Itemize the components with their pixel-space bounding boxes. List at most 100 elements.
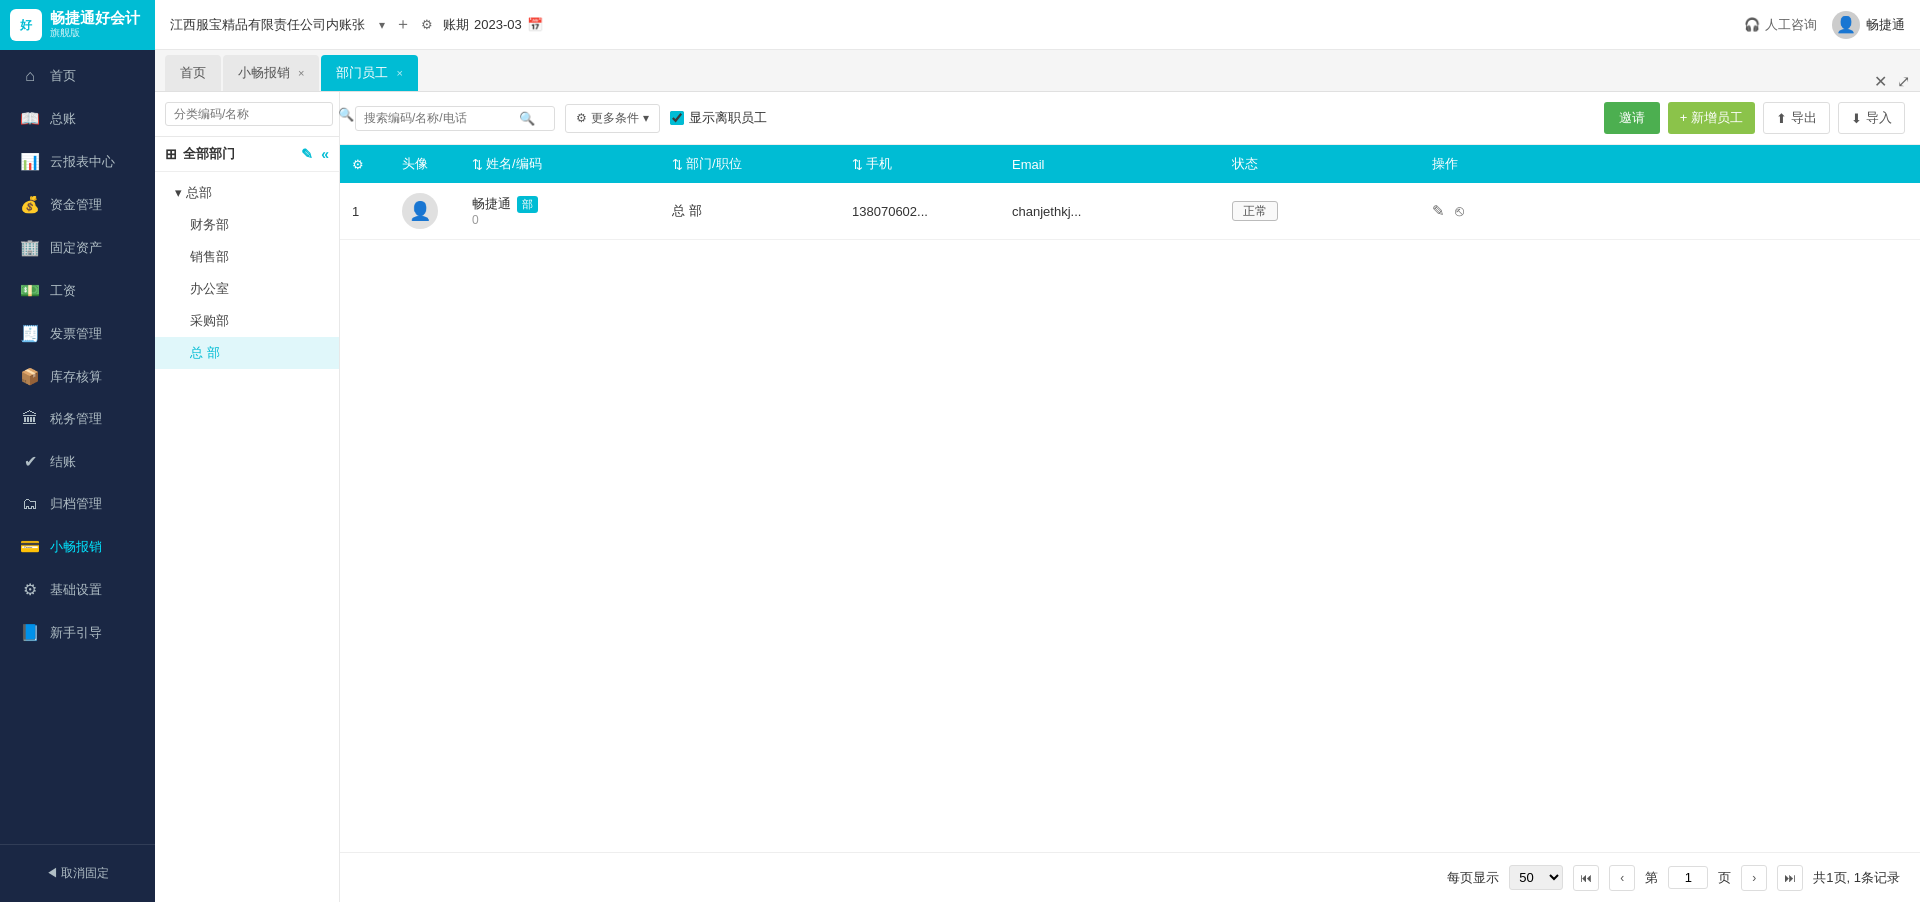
logout-icon[interactable]: ⎋ <box>1455 202 1464 220</box>
total-label: 共1页, 1条记录 <box>1813 869 1900 887</box>
cancel-fixed-button[interactable]: ◀ 取消固定 <box>0 855 155 892</box>
cell-action: ✎ ⎋ <box>1420 183 1920 240</box>
search-box: 🔍 <box>355 106 555 131</box>
sidebar-icon-archive: 🗂 <box>20 495 40 513</box>
next-page-button[interactable]: › <box>1741 865 1767 891</box>
first-page-button[interactable]: ⏮ <box>1573 865 1599 891</box>
sidebar-item-inventory[interactable]: 📦库存核算 <box>0 355 155 398</box>
page-di-label: 第 <box>1645 869 1658 887</box>
export-button[interactable]: ⬆ 导出 <box>1763 102 1830 134</box>
col-name[interactable]: ⇅ 姓名/编码 <box>460 145 660 183</box>
table-row: 1 👤 畅捷通 部 0 总 部 <box>340 183 1920 240</box>
sidebar-label-archive: 归档管理 <box>50 495 102 513</box>
edit-icon[interactable]: ✎ <box>1432 202 1445 220</box>
user-avatar-icon: 👤 <box>1836 15 1856 34</box>
dept-search-input[interactable] <box>165 102 333 126</box>
sidebar-item-guide[interactable]: 📘新手引导 <box>0 611 155 654</box>
col-dept[interactable]: ⇅ 部门/职位 <box>660 145 840 183</box>
add-company-icon[interactable]: ＋ <box>395 14 411 35</box>
cell-phone: 138070602... <box>840 183 1000 240</box>
add-employee-button[interactable]: + 新增员工 <box>1668 102 1755 134</box>
dept-node-headquarters[interactable]: 总 部 <box>155 337 339 369</box>
page-label: 页 <box>1718 869 1731 887</box>
sidebar-item-tax[interactable]: 🏛税务管理 <box>0 398 155 440</box>
dept-node-purchase[interactable]: 采购部 <box>155 305 339 337</box>
settings-icon[interactable]: ⚙ <box>421 17 433 32</box>
tab-dept-employee[interactable]: 部门员工 × <box>321 55 417 91</box>
per-page-select[interactable]: 50 20 100 <box>1509 865 1563 890</box>
dept-node-office[interactable]: 办公室 <box>155 273 339 305</box>
tab-home[interactable]: 首页 <box>165 55 221 91</box>
toolbar-right: 邀请 + 新增员工 ⬆ 导出 ⬇ 导入 <box>1604 102 1905 134</box>
employee-table: ⚙ 头像 ⇅ 姓名/编码 ⇅ <box>340 145 1920 240</box>
sidebar-item-salary[interactable]: 💵工资 <box>0 269 155 312</box>
last-page-button[interactable]: ⏭ <box>1777 865 1803 891</box>
company-dropdown-icon[interactable]: ▾ <box>379 18 385 32</box>
dept-collapse-icon[interactable]: « <box>321 146 329 162</box>
sidebar-label-tax: 税务管理 <box>50 410 102 428</box>
per-page-label: 每页显示 <box>1447 869 1499 887</box>
sidebar-icon-funds: 💰 <box>20 195 40 214</box>
export-icon: ⬆ <box>1776 111 1787 126</box>
app-logo: 好 畅捷通好会计 旗舰版 <box>0 0 155 50</box>
calendar-icon[interactable]: 📅 <box>527 17 543 32</box>
sidebar-label-home: 首页 <box>50 67 76 85</box>
dept-panel: 🔍 ⊞ 全部部门 ✎ « ▾ 总部 财务部 <box>155 92 340 902</box>
tab-close-all-icon[interactable]: ✕ <box>1874 72 1887 91</box>
sidebar-item-checkout[interactable]: ✔结账 <box>0 440 155 483</box>
dept-node-general[interactable]: ▾ 总部 <box>155 177 339 209</box>
show-resigned-checkbox-label[interactable]: 显示离职员工 <box>670 109 767 127</box>
import-icon: ⬇ <box>1851 111 1862 126</box>
tab-expense-close-icon[interactable]: × <box>298 67 304 79</box>
employee-avatar: 👤 <box>402 193 438 229</box>
col-status: 状态 <box>1220 145 1420 183</box>
search-input[interactable] <box>364 111 514 125</box>
prev-page-button[interactable]: ‹ <box>1609 865 1635 891</box>
sidebar-nav: ⌂首页📖总账📊云报表中心💰资金管理 🏢 固定资产 💵工资🧾发票管理📦库存核算🏛税务管理… <box>0 50 155 844</box>
show-resigned-checkbox[interactable] <box>670 111 684 125</box>
tab-expand-icon[interactable]: ⤢ <box>1897 72 1910 91</box>
col-settings[interactable]: ⚙ <box>340 145 390 183</box>
tab-expense-label: 小畅报销 <box>238 64 290 82</box>
cell-num: 1 <box>340 183 390 240</box>
avatar: 👤 <box>1832 11 1860 39</box>
col-phone[interactable]: ⇅ 手机 <box>840 145 1000 183</box>
dept-node-finance[interactable]: 财务部 <box>155 209 339 241</box>
consult-button[interactable]: 🎧 人工咨询 <box>1744 16 1817 34</box>
sidebar-item-invoice[interactable]: 🧾发票管理 <box>0 312 155 355</box>
sidebar: 好 畅捷通好会计 旗舰版 ⌂首页📖总账📊云报表中心💰资金管理 🏢 固定资产 💵工资🧾发… <box>0 0 155 902</box>
page-number-input[interactable] <box>1668 866 1708 889</box>
sidebar-icon-guide: 📘 <box>20 623 40 642</box>
sidebar-item-settings[interactable]: ⚙基础设置 <box>0 568 155 611</box>
user-area[interactable]: 👤 畅捷通 <box>1832 11 1905 39</box>
user-name: 畅捷通 <box>1866 16 1905 34</box>
sidebar-item-funds[interactable]: 💰资金管理 <box>0 183 155 226</box>
sidebar-icon-assets: 🏢 <box>20 238 40 257</box>
dept-search-area: 🔍 <box>155 92 339 137</box>
col-email: Email <box>1000 145 1220 183</box>
toolbar: 🔍 ⚙ 更多条件 ▾ 显示离职员工 邀请 + 新增员工 ⬆ 导出 <box>340 92 1920 145</box>
sidebar-label-settings: 基础设置 <box>50 581 102 599</box>
col-avatar: 头像 <box>390 145 460 183</box>
invite-button[interactable]: 邀请 <box>1604 102 1660 134</box>
sidebar-item-assets[interactable]: 🏢 固定资产 <box>0 226 155 269</box>
status-badge: 正常 <box>1232 201 1278 221</box>
sidebar-label-assets: 固定资产 <box>50 239 102 257</box>
import-button[interactable]: ⬇ 导入 <box>1838 102 1905 134</box>
sidebar-item-ledger[interactable]: 📖总账 <box>0 97 155 140</box>
right-panel: 🔍 ⚙ 更多条件 ▾ 显示离职员工 邀请 + 新增员工 ⬆ 导出 <box>340 92 1920 902</box>
sidebar-label-checkout: 结账 <box>50 453 76 471</box>
sidebar-icon-ledger: 📖 <box>20 109 40 128</box>
tab-dept-employee-close-icon[interactable]: × <box>396 67 402 79</box>
all-dept-label: 全部部门 <box>183 145 235 163</box>
sidebar-item-home[interactable]: ⌂首页 <box>0 55 155 97</box>
sidebar-item-expense2[interactable]: 💳小畅报销 <box>0 525 155 568</box>
tab-bar-actions: ✕ ⤢ <box>1874 72 1910 91</box>
dept-node-sales[interactable]: 销售部 <box>155 241 339 273</box>
more-filter-button[interactable]: ⚙ 更多条件 ▾ <box>565 104 660 133</box>
tab-expense[interactable]: 小畅报销 × <box>223 55 319 91</box>
search-icon[interactable]: 🔍 <box>519 111 535 126</box>
dept-edit-icon[interactable]: ✎ <box>301 146 313 162</box>
sidebar-item-reports[interactable]: 📊云报表中心 <box>0 140 155 183</box>
sidebar-item-archive[interactable]: 🗂 归档管理 <box>0 483 155 525</box>
